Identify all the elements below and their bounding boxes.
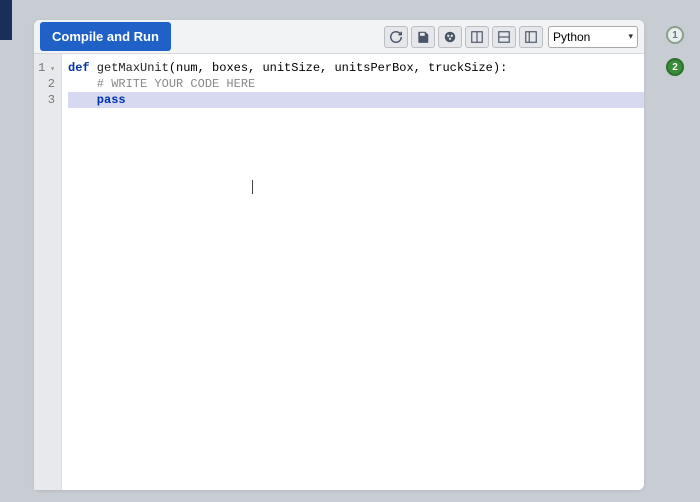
code-area[interactable]: def getMaxUnit(num, boxes, unitSize, uni… — [62, 54, 644, 490]
split-horizontal-button[interactable] — [492, 26, 516, 48]
theme-button[interactable] — [438, 26, 462, 48]
reset-button[interactable] — [384, 26, 408, 48]
split-horizontal-icon — [497, 30, 511, 44]
save-icon — [416, 30, 430, 44]
theme-icon — [443, 30, 457, 44]
code-editor[interactable]: 1 2 3 def getMaxUnit(num, boxes, unitSiz… — [34, 54, 644, 490]
step-markers: 1 2 — [666, 26, 684, 76]
split-vertical-button[interactable] — [465, 26, 489, 48]
compile-run-button[interactable]: Compile and Run — [40, 22, 171, 51]
text-cursor-icon — [252, 180, 253, 194]
language-select-value: Python — [553, 30, 590, 44]
left-window-edge — [0, 0, 12, 40]
language-select[interactable]: Python ▾ — [548, 26, 638, 48]
split-vertical-icon — [470, 30, 484, 44]
chevron-down-icon: ▾ — [628, 31, 633, 42]
reset-icon — [389, 30, 403, 44]
code-line-3: pass — [68, 92, 644, 108]
layout-icon — [524, 30, 538, 44]
save-button[interactable] — [411, 26, 435, 48]
code-line-2: # WRITE YOUR CODE HERE — [68, 76, 644, 92]
code-line-1: def getMaxUnit(num, boxes, unitSize, uni… — [68, 60, 644, 76]
gutter-line-2: 2 — [34, 76, 55, 92]
gutter-line-1: 1 — [34, 60, 55, 76]
line-gutter: 1 2 3 — [34, 54, 62, 490]
gutter-line-3: 3 — [34, 92, 55, 108]
step-marker-1[interactable]: 1 — [666, 26, 684, 44]
editor-toolbar: Compile and Run Python ▾ — [34, 20, 644, 54]
step-marker-2[interactable]: 2 — [666, 58, 684, 76]
editor-panel: Compile and Run Python ▾ 1 2 3 — [34, 20, 644, 490]
layout-button[interactable] — [519, 26, 543, 48]
